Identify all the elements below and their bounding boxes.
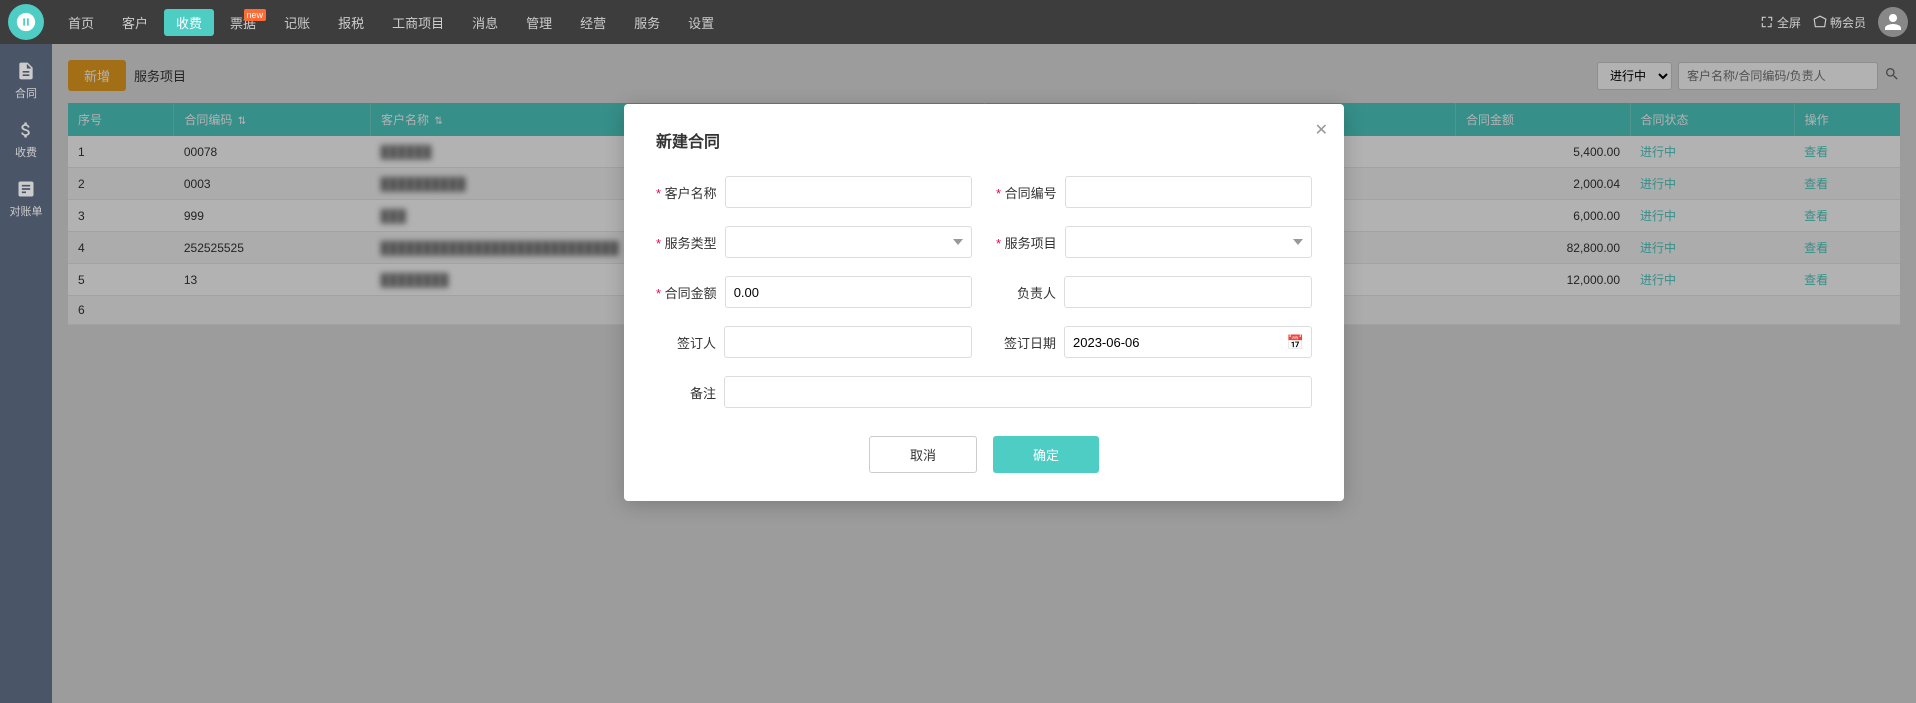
sidebar: 合同 收费 对账单: [0, 44, 52, 703]
amount-field: 合同金额: [656, 276, 972, 308]
main-layout: 合同 收费 对账单 新增 服务项目 进行中 已完成: [0, 44, 1916, 703]
responsible-input[interactable]: [1064, 276, 1312, 308]
app-logo[interactable]: [8, 4, 44, 40]
sidebar-item-contract[interactable]: 合同: [2, 52, 50, 109]
nav-items: 首页 客户 收费 票据 new 记账 报税 工商项目 消息 管理 经营 服务 设…: [56, 9, 1760, 36]
contract-no-field: 合同编号: [996, 176, 1312, 208]
form-row-3: 合同金额 负责人: [656, 276, 1312, 308]
vip-label: 畅会员: [1830, 14, 1866, 31]
statement-icon: [15, 178, 37, 200]
top-nav: 首页 客户 收费 票据 new 记账 报税 工商项目 消息 管理 经营 服务 设…: [0, 0, 1916, 44]
new-badge: new: [244, 9, 267, 21]
fee-icon: [15, 119, 37, 141]
sign-date-input[interactable]: [1064, 326, 1312, 358]
nav-service[interactable]: 服务: [622, 9, 672, 36]
nav-invoice[interactable]: 票据 new: [218, 9, 268, 36]
service-type-select[interactable]: [725, 226, 972, 258]
confirm-button[interactable]: 确定: [993, 436, 1099, 473]
sign-date-field: 签订日期 📅: [996, 326, 1312, 358]
form-row-1: 客户名称 合同编号: [656, 176, 1312, 208]
nav-business[interactable]: 工商项目: [380, 9, 456, 36]
content-area: 新增 服务项目 进行中 已完成 全部: [52, 44, 1916, 703]
date-input-wrap: 📅: [1064, 326, 1312, 358]
nav-message[interactable]: 消息: [460, 9, 510, 36]
fullscreen-label: 全屏: [1777, 14, 1801, 31]
signer-input[interactable]: [724, 326, 972, 358]
service-type-field: 服务类型: [656, 226, 972, 258]
calendar-icon[interactable]: 📅: [1287, 334, 1304, 351]
nav-settings[interactable]: 设置: [676, 9, 726, 36]
cancel-button[interactable]: 取消: [869, 436, 977, 473]
nav-home[interactable]: 首页: [56, 9, 106, 36]
responsible-field: 负责人: [996, 276, 1312, 308]
customer-input[interactable]: [725, 176, 972, 208]
fullscreen-btn[interactable]: 全屏: [1760, 14, 1801, 31]
contract-icon: [15, 60, 37, 82]
form-row-2: 服务类型 服务项目: [656, 226, 1312, 258]
customer-field: 客户名称: [656, 176, 972, 208]
notes-label: 备注: [656, 383, 716, 402]
signer-field: 签订人: [656, 326, 972, 358]
signer-label: 签订人: [656, 333, 716, 352]
vip-btn[interactable]: 畅会员: [1813, 14, 1866, 31]
nav-right: 全屏 畅会员: [1760, 7, 1908, 37]
notes-input[interactable]: [724, 376, 1312, 408]
contract-no-label: 合同编号: [996, 183, 1057, 202]
nav-fee[interactable]: 收费: [164, 9, 214, 36]
service-type-label: 服务类型: [656, 233, 717, 252]
sidebar-fee-label: 收费: [15, 144, 37, 160]
amount-input[interactable]: [725, 276, 972, 308]
responsible-label: 负责人: [996, 283, 1056, 302]
service-item-field: 服务项目: [996, 226, 1312, 258]
nav-tax[interactable]: 报税: [326, 9, 376, 36]
notes-field: 备注: [656, 376, 1312, 408]
amount-label: 合同金额: [656, 283, 717, 302]
sign-date-label: 签订日期: [996, 333, 1056, 352]
service-item-label: 服务项目: [996, 233, 1057, 252]
nav-bookkeeping[interactable]: 记账: [272, 9, 322, 36]
nav-operation[interactable]: 经营: [568, 9, 618, 36]
form-row-4: 签订人 签订日期 📅: [656, 326, 1312, 358]
form-row-5: 备注: [656, 376, 1312, 408]
sidebar-item-statement[interactable]: 对账单: [2, 170, 50, 227]
service-type-select-wrap: [725, 226, 972, 258]
user-avatar[interactable]: [1878, 7, 1908, 37]
modal-title: 新建合同: [656, 128, 1312, 152]
nav-manage[interactable]: 管理: [514, 9, 564, 36]
modal-footer: 取消 确定: [656, 436, 1312, 473]
service-item-select[interactable]: [1065, 226, 1312, 258]
customer-label: 客户名称: [656, 183, 717, 202]
service-item-select-wrap: [1065, 226, 1312, 258]
modal-close-button[interactable]: ✕: [1315, 120, 1328, 140]
contract-no-input[interactable]: [1065, 176, 1312, 208]
nav-customer[interactable]: 客户: [110, 9, 160, 36]
sidebar-contract-label: 合同: [15, 85, 37, 101]
sidebar-statement-label: 对账单: [10, 203, 43, 219]
new-contract-modal: ✕ 新建合同 客户名称 合同编号 服务类型: [624, 104, 1344, 501]
modal-overlay: ✕ 新建合同 客户名称 合同编号 服务类型: [52, 44, 1916, 703]
sidebar-item-fee[interactable]: 收费: [2, 111, 50, 168]
